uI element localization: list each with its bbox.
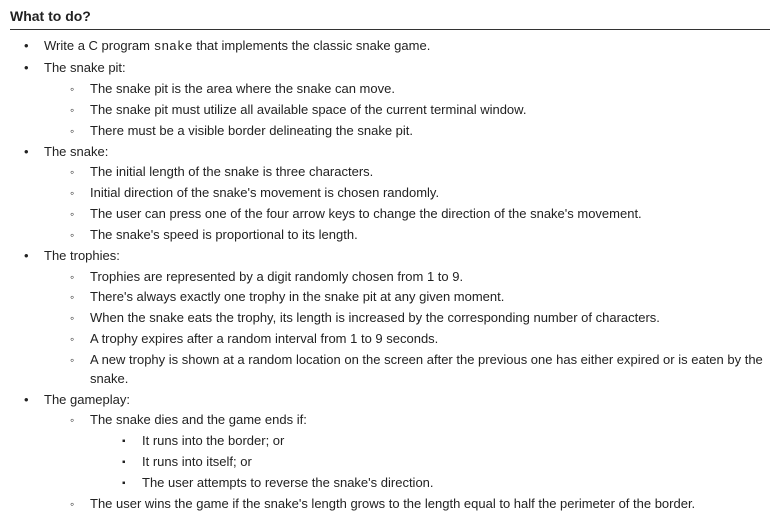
nested-list: Trophies are represented by a digit rand…	[44, 267, 770, 390]
list-item-text: The snake pit is the area where the snak…	[90, 81, 395, 96]
list-item: The trophies:	[44, 246, 770, 267]
list-item: It runs into itself; or	[142, 452, 770, 473]
list-item-text: There's always exactly one trophy in the…	[90, 289, 504, 304]
section-heading: What to do?	[10, 6, 770, 30]
list-item-text: The trophies:	[44, 248, 120, 263]
list-item-text: Initial direction of the snake's movemen…	[90, 185, 439, 200]
list-item-text: The user wins the game if the snake's le…	[90, 496, 695, 511]
list-item: The snake pit:	[44, 58, 770, 79]
nested-list: The snake pit is the area where the snak…	[44, 79, 770, 142]
list-item: The user can press one of the four arrow…	[90, 204, 770, 225]
list-item-text: The snake dies and the game ends if:	[90, 412, 307, 427]
list-item: The snake pit is the area where the snak…	[90, 79, 770, 100]
nested-list: The snake dies and the game ends if: It r…	[44, 410, 770, 514]
list-item: A trophy expires after a random interval…	[90, 329, 770, 350]
nested-list: It runs into the border; or It runs into …	[90, 431, 770, 494]
list-item: There must be a visible border delineati…	[90, 121, 770, 142]
list-item-text: The snake pit:	[44, 60, 126, 75]
list-item-text: A new trophy is shown at a random locati…	[90, 352, 763, 386]
list-item: The snake dies and the game ends if:	[90, 410, 770, 431]
list-item-text: Write a C program	[44, 38, 154, 53]
list-item: The snake's speed is proportional to its…	[90, 225, 770, 246]
list-item: There's always exactly one trophy in the…	[90, 287, 770, 308]
list-item: The user attempts to reverse the snake's…	[142, 473, 770, 494]
list-item: The user wins the game if the snake's le…	[90, 494, 770, 515]
list-item: Initial direction of the snake's movemen…	[90, 183, 770, 204]
requirement-list: Write a C program snake that implements …	[10, 36, 770, 514]
list-item-text: When the snake eats the trophy, its leng…	[90, 310, 660, 325]
list-item: A new trophy is shown at a random locati…	[90, 350, 770, 390]
list-item-text: The snake pit must utilize all available…	[90, 102, 526, 117]
list-item-text: The snake's speed is proportional to its…	[90, 227, 358, 242]
list-item: The snake pit must utilize all available…	[90, 100, 770, 121]
list-item: The initial length of the snake is three…	[90, 162, 770, 183]
list-item-text: The initial length of the snake is three…	[90, 164, 373, 179]
list-item: When the snake eats the trophy, its leng…	[90, 308, 770, 329]
list-item-text: There must be a visible border delineati…	[90, 123, 413, 138]
list-item-text: that implements the classic snake game.	[193, 38, 431, 53]
list-item: Trophies are represented by a digit rand…	[90, 267, 770, 288]
inline-code: snake	[154, 39, 193, 54]
list-item: Write a C program snake that implements …	[44, 36, 770, 58]
list-item: It runs into the border; or	[142, 431, 770, 452]
list-item: The snake:	[44, 142, 770, 163]
list-item-text: The gameplay:	[44, 392, 130, 407]
list-item-text: It runs into the border; or	[142, 433, 284, 448]
list-item-text: Trophies are represented by a digit rand…	[90, 269, 463, 284]
list-item-text: A trophy expires after a random interval…	[90, 331, 438, 346]
nested-list: The initial length of the snake is three…	[44, 162, 770, 245]
list-item-text: The user attempts to reverse the snake's…	[142, 475, 434, 490]
list-item-text: It runs into itself; or	[142, 454, 252, 469]
list-item-text: The snake:	[44, 144, 108, 159]
list-item: The gameplay:	[44, 390, 770, 411]
list-item-text: The user can press one of the four arrow…	[90, 206, 642, 221]
